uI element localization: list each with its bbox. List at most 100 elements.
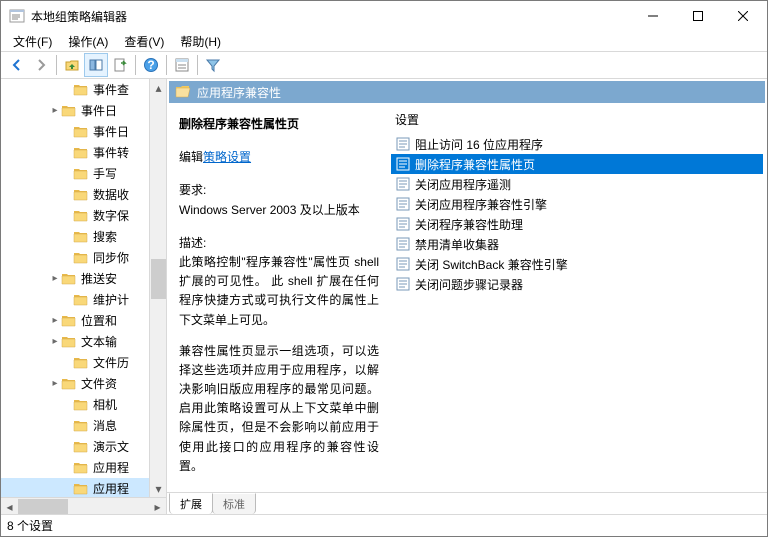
menu-action[interactable]: 操作(A) <box>60 31 116 52</box>
tree-view[interactable]: 事件查 ▸事件日事件日事件转手写数据收数字保搜索同步你 ▸ 推送安维护计▸位置和▸文本… <box>1 79 166 497</box>
scroll-down-arrow[interactable]: ▾ <box>150 480 167 497</box>
tree-item[interactable]: 相机 <box>1 394 166 415</box>
setting-item[interactable]: 关闭 SwitchBack 兼容性引擎 <box>391 254 763 274</box>
maximize-button[interactable] <box>675 2 720 31</box>
back-button[interactable] <box>5 53 29 77</box>
export-list-button[interactable] <box>108 53 132 77</box>
folder-icon <box>73 398 89 412</box>
description-body-2: 兼容性属性页显示一组选项，可以选择这些选项并应用于应用程序，以解决影响旧版应用程… <box>179 342 379 476</box>
toolbar-separator <box>197 55 198 75</box>
scroll-thumb[interactable] <box>18 499 68 514</box>
title-bar: 本地组策略编辑器 <box>1 1 767 31</box>
scroll-left-arrow[interactable]: ◂ <box>1 498 18 515</box>
tree-expand-icon[interactable]: ▸ <box>49 315 61 326</box>
tree-item[interactable]: ▸位置和 <box>1 310 166 331</box>
menu-view[interactable]: 查看(V) <box>116 31 172 52</box>
tree-item-label: 事件转 <box>93 144 129 161</box>
menu-file[interactable]: 文件(F) <box>5 31 60 52</box>
edit-policy-link[interactable]: 策略设置 <box>203 150 251 164</box>
tree-item-label: 文件资 <box>81 375 117 392</box>
tree-item-label: 事件查 <box>93 81 129 98</box>
tree-expand-icon[interactable]: ▸ <box>49 105 61 116</box>
scroll-up-arrow[interactable]: ▴ <box>150 79 167 96</box>
tree-item[interactable]: 消息 <box>1 415 166 436</box>
toolbar-separator <box>166 55 167 75</box>
tree-item[interactable]: 应用程 <box>1 478 166 497</box>
folder-icon <box>73 461 89 475</box>
setting-label: 关闭问题步骤记录器 <box>415 276 523 293</box>
edit-label: 编辑 <box>179 150 203 164</box>
menu-help[interactable]: 帮助(H) <box>172 31 229 52</box>
tree-item[interactable]: ▸ 文件资 <box>1 373 166 394</box>
setting-item[interactable]: 关闭程序兼容性助理 <box>391 214 763 234</box>
tree-item-label: 文件历 <box>93 354 129 371</box>
forward-button[interactable] <box>29 53 53 77</box>
tree-item[interactable]: 演示文 <box>1 436 166 457</box>
toolbar-separator <box>135 55 136 75</box>
tree-item-label: 相机 <box>93 396 117 413</box>
filter-button[interactable] <box>201 53 225 77</box>
folder-icon <box>73 188 89 202</box>
tree-item[interactable]: 同步你 <box>1 247 166 268</box>
folder-icon <box>73 125 89 139</box>
tab-standard[interactable]: 标准 <box>212 493 256 514</box>
tree-item[interactable]: 手写 <box>1 163 166 184</box>
tab-extended[interactable]: 扩展 <box>169 493 213 514</box>
minimize-button[interactable] <box>630 2 675 31</box>
folder-icon <box>61 335 77 349</box>
tree-item[interactable]: ▸事件日 <box>1 100 166 121</box>
tree-item[interactable]: ▸文本输 <box>1 331 166 352</box>
setting-label: 删除程序兼容性属性页 <box>415 156 535 173</box>
tree-expand-icon[interactable]: ▸ <box>49 336 61 347</box>
folder-icon <box>61 104 77 118</box>
toolbar-separator <box>56 55 57 75</box>
setting-item[interactable]: 禁用清单收集器 <box>391 234 763 254</box>
tree-vertical-scrollbar[interactable]: ▴ ▾ <box>149 79 166 497</box>
properties-button[interactable] <box>170 53 194 77</box>
tree-item[interactable]: 应用程 <box>1 457 166 478</box>
policy-setting-icon <box>395 156 411 172</box>
up-level-button[interactable] <box>60 53 84 77</box>
svg-text:?: ? <box>147 58 154 72</box>
folder-icon <box>73 146 89 160</box>
policy-setting-icon <box>395 136 411 152</box>
tree-item[interactable]: 文件历 <box>1 352 166 373</box>
scroll-thumb[interactable] <box>151 259 166 299</box>
tree-item[interactable]: 事件查 <box>1 79 166 100</box>
setting-item[interactable]: 关闭应用程序兼容性引擎 <box>391 194 763 214</box>
tree-item-label: 消息 <box>93 417 117 434</box>
policy-setting-icon <box>395 216 411 232</box>
details-body: 删除程序兼容性属性页 编辑策略设置 要求: Windows Server 200… <box>167 103 767 492</box>
settings-column: 设置 阻止访问 16 位应用程序删除程序兼容性属性页关闭应用程序遥测关闭应用程序… <box>389 103 765 492</box>
description-heading: 描述: <box>179 234 379 253</box>
tree-item[interactable]: 数字保 <box>1 205 166 226</box>
setting-item[interactable]: 删除程序兼容性属性页 <box>391 154 763 174</box>
close-button[interactable] <box>720 2 765 31</box>
scroll-right-arrow[interactable]: ▸ <box>149 498 166 515</box>
selected-setting-title: 删除程序兼容性属性页 <box>179 115 379 134</box>
setting-item[interactable]: 关闭问题步骤记录器 <box>391 274 763 294</box>
setting-item[interactable]: 阻止访问 16 位应用程序 <box>391 134 763 154</box>
tree-item[interactable]: 事件日 <box>1 121 166 142</box>
help-button[interactable]: ? <box>139 53 163 77</box>
folder-icon <box>73 356 89 370</box>
status-bar: 8 个设置 <box>1 514 767 536</box>
folder-icon <box>73 482 89 496</box>
tree-expand-icon[interactable]: ▸ <box>49 273 61 284</box>
settings-list[interactable]: 阻止访问 16 位应用程序删除程序兼容性属性页关闭应用程序遥测关闭应用程序兼容性… <box>391 134 763 294</box>
tree-item-label: 数据收 <box>93 186 129 203</box>
tree-horizontal-scrollbar[interactable]: ◂ ▸ <box>1 497 166 514</box>
setting-item[interactable]: 关闭应用程序遥测 <box>391 174 763 194</box>
tree-item-label: 推送安 <box>81 270 117 287</box>
show-hide-tree-button[interactable] <box>84 53 108 77</box>
tree-item[interactable]: 维护计 <box>1 289 166 310</box>
tree-item-label: 事件日 <box>93 123 129 140</box>
tree-expand-icon[interactable]: ▸ <box>49 378 61 389</box>
tree-item[interactable]: 搜索 <box>1 226 166 247</box>
requirements-text: Windows Server 2003 及以上版本 <box>179 201 379 220</box>
policy-setting-icon <box>395 176 411 192</box>
tree-item[interactable]: 事件转 <box>1 142 166 163</box>
tree-item[interactable]: 数据收 <box>1 184 166 205</box>
folder-icon <box>61 314 77 328</box>
tree-item[interactable]: ▸ 推送安 <box>1 268 166 289</box>
